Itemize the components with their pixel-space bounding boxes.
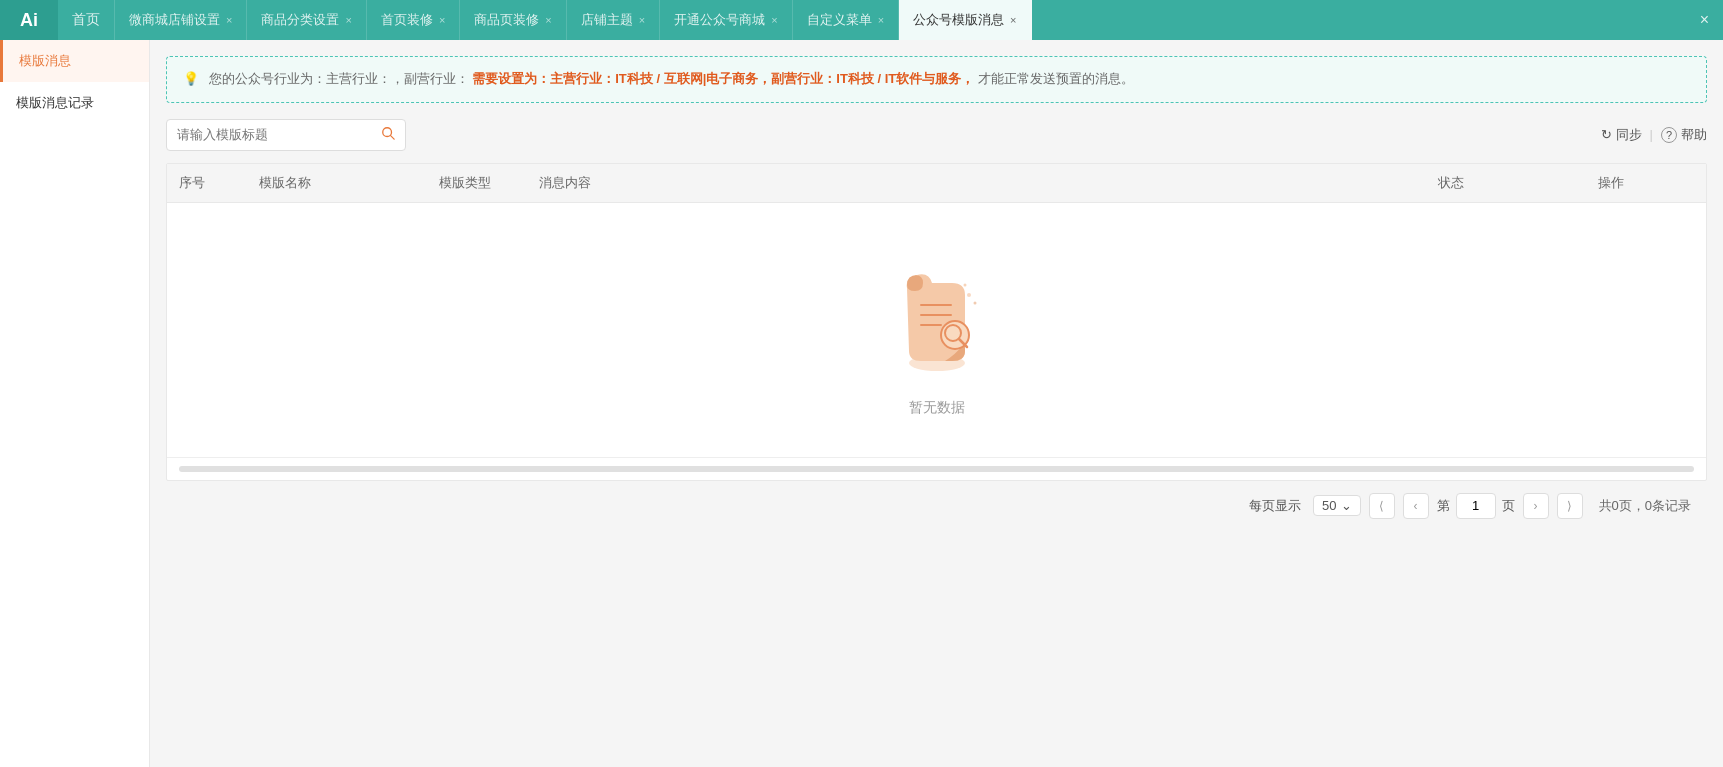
page-input-wrap: 第 页 [1437,493,1515,519]
divider: | [1650,127,1653,142]
scrollbar-row[interactable] [167,457,1706,480]
notice-banner: 💡 您的公众号行业为：主营行业：，副营行业： 需要设置为：主营行业：IT科技 /… [166,56,1707,103]
nav-tab-home-decor[interactable]: 首页装修 × [367,0,460,40]
nav-tab-category-settings-label: 商品分类设置 [261,11,339,29]
col-header-content: 消息内容 [527,174,1426,192]
close-weshop-settings-icon[interactable]: × [226,14,232,26]
close-template-msg-icon[interactable]: × [1010,14,1016,26]
sync-label: 同步 [1616,126,1642,144]
help-label: 帮助 [1681,126,1707,144]
nav-tab-home-decor-label: 首页装修 [381,11,433,29]
help-icon-circle: ? [1661,127,1677,143]
page-size-dropdown-icon: ⌄ [1341,498,1352,513]
sidebar-item-template-msg-label: 模版消息 [19,53,71,68]
page-size-select[interactable]: 50 ⌄ [1313,495,1360,516]
first-page-button[interactable]: ⟨ [1369,493,1395,519]
last-page-icon: ⟩ [1567,499,1572,513]
nav-tab-custom-menu[interactable]: 自定义菜单 × [793,0,899,40]
col-header-seq: 序号 [167,174,247,192]
scrollbar-track[interactable] [179,466,1694,472]
sidebar-item-template-msg-record-label: 模版消息记录 [16,95,94,110]
close-category-settings-icon[interactable]: × [345,14,351,26]
sidebar: 模版消息 模版消息记录 [0,40,150,767]
page-prefix-label: 第 [1437,497,1450,515]
close-product-decor-icon[interactable]: × [545,14,551,26]
main-content: 💡 您的公众号行业为：主营行业：，副营行业： 需要设置为：主营行业：IT科技 /… [150,40,1723,767]
nav-tab-template-msg[interactable]: 公众号模版消息 × [899,0,1031,40]
notice-text-prefix: 您的公众号行业为：主营行业：，副营行业： [209,71,469,86]
close-open-mall-icon[interactable]: × [771,14,777,26]
search-input[interactable] [177,127,375,142]
main-layout: 模版消息 模版消息记录 💡 您的公众号行业为：主营行业：，副营行业： 需要设置为… [0,40,1723,767]
col-header-name: 模版名称 [247,174,427,192]
col-header-type: 模版类型 [427,174,527,192]
notice-icon: 💡 [183,71,199,86]
sidebar-item-template-msg-record[interactable]: 模版消息记录 [0,82,149,124]
nav-tab-template-msg-label: 公众号模版消息 [913,11,1004,29]
notice-text-suffix: 才能正常发送预置的消息。 [978,71,1134,86]
notice-highlight: 需要设置为：主营行业：IT科技 / 互联网|电子商务，副营行业：IT科技 / I… [472,71,974,86]
prev-page-icon: ‹ [1414,499,1418,513]
svg-point-11 [963,283,966,286]
empty-icon [877,263,997,383]
sync-button[interactable]: ↻ 同步 [1601,126,1642,144]
data-table: 序号 模版名称 模版类型 消息内容 状态 操作 [166,163,1707,481]
svg-line-1 [391,136,395,140]
nav-tab-product-decor[interactable]: 商品页装修 × [460,0,566,40]
nav-tab-weshop-settings[interactable]: 微商城店铺设置 × [115,0,247,40]
sync-icon: ↻ [1601,127,1612,142]
page-size-label: 每页显示 [1249,497,1301,515]
help-button[interactable]: ? 帮助 [1661,126,1707,144]
sidebar-item-template-msg[interactable]: 模版消息 [0,40,149,82]
close-shop-theme-icon[interactable]: × [639,14,645,26]
svg-point-9 [967,293,971,297]
table-header: 序号 模版名称 模版类型 消息内容 状态 操作 [167,164,1706,203]
search-bar: ↻ 同步 | ? 帮助 [166,119,1707,151]
nav-tab-shop-theme[interactable]: 店铺主题 × [567,0,660,40]
nav-tab-home-label: 首页 [72,11,100,29]
nav-tab-open-mall-label: 开通公众号商城 [674,11,765,29]
close-home-decor-icon[interactable]: × [439,14,445,26]
empty-text: 暂无数据 [909,399,965,417]
nav-tab-custom-menu-label: 自定义菜单 [807,11,872,29]
empty-state: 暂无数据 [167,203,1706,457]
prev-page-button[interactable]: ‹ [1403,493,1429,519]
page-size-value: 50 [1322,498,1336,513]
nav-tab-product-decor-label: 商品页装修 [474,11,539,29]
page-number-input[interactable] [1456,493,1496,519]
svg-point-10 [973,301,976,304]
nav-tab-shop-theme-label: 店铺主题 [581,11,633,29]
nav-tab-open-mall[interactable]: 开通公众号商城 × [660,0,792,40]
next-page-button[interactable]: › [1523,493,1549,519]
search-icon[interactable] [381,126,395,143]
app-logo: Ai [0,0,58,40]
col-header-status: 状态 [1426,174,1586,192]
last-page-button[interactable]: ⟩ [1557,493,1583,519]
nav-tab-home[interactable]: 首页 [58,0,115,40]
first-page-icon: ⟨ [1379,499,1384,513]
pagination: 每页显示 50 ⌄ ⟨ ‹ 第 页 › ⟩ 共0页，0条记录 [166,481,1707,531]
nav-tab-weshop-settings-label: 微商城店铺设置 [129,11,220,29]
total-info: 共0页，0条记录 [1599,497,1691,515]
next-page-icon: › [1534,499,1538,513]
nav-tab-category-settings[interactable]: 商品分类设置 × [247,0,366,40]
toolbar-right: ↻ 同步 | ? 帮助 [1601,126,1707,144]
search-input-wrap[interactable] [166,119,406,151]
top-nav: Ai 首页 微商城店铺设置 × 商品分类设置 × 首页装修 × 商品页装修 × … [0,0,1723,40]
page-suffix-label: 页 [1502,497,1515,515]
col-header-action: 操作 [1586,174,1706,192]
close-custom-menu-icon[interactable]: × [878,14,884,26]
close-all-button[interactable]: × [1686,11,1723,29]
